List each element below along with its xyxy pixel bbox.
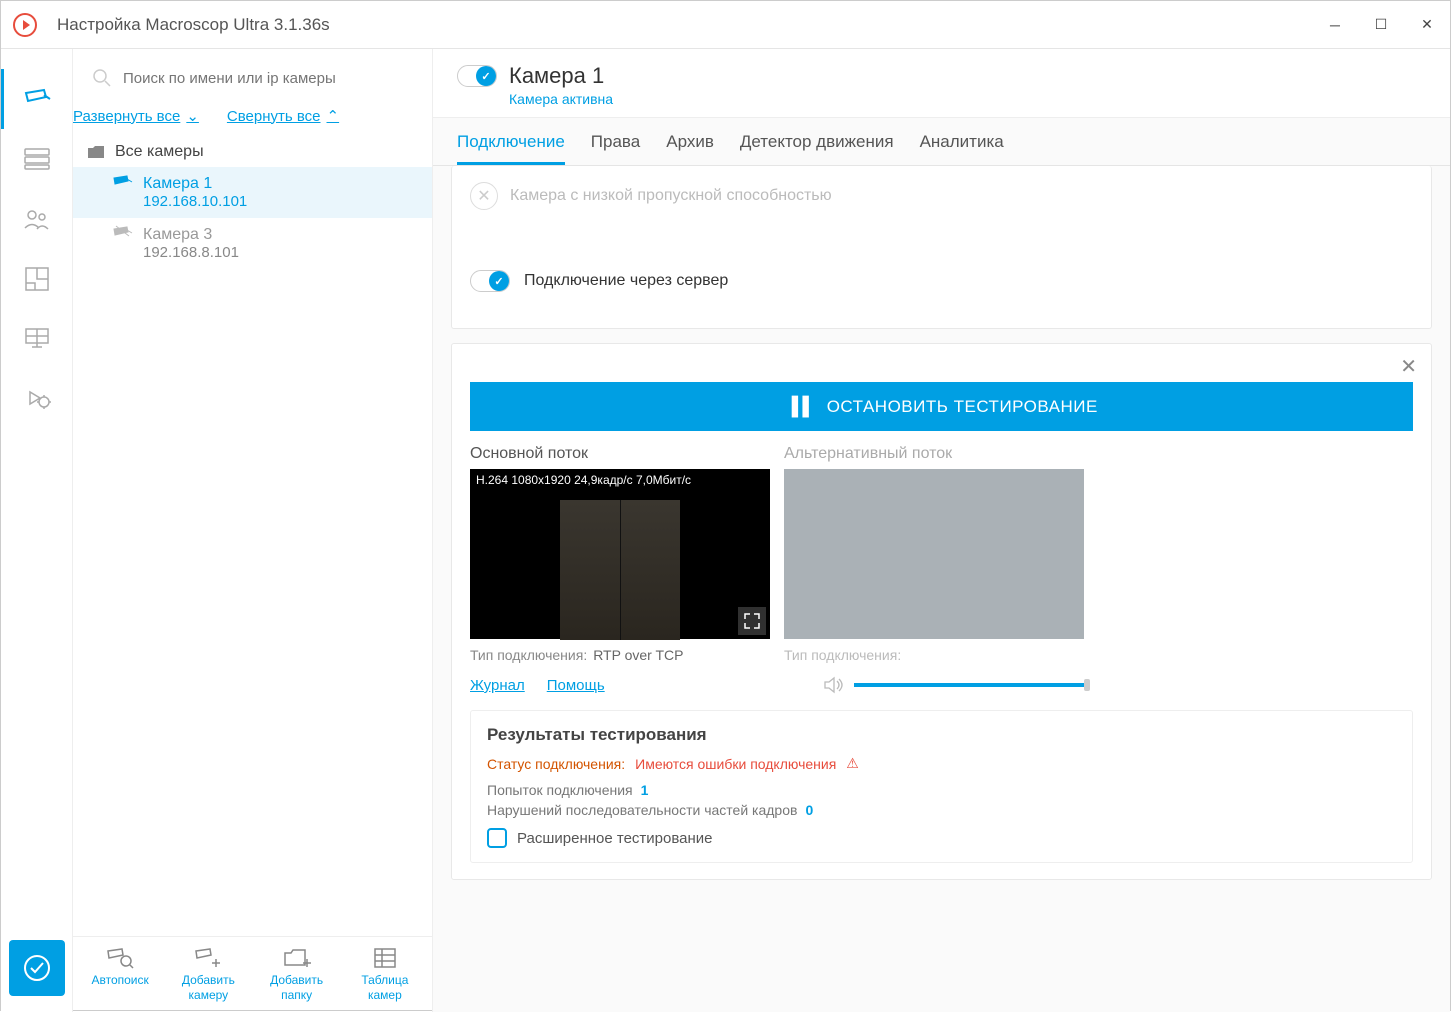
x-icon: ✕ <box>470 182 498 210</box>
server-icon <box>24 148 50 170</box>
test-results: Результаты тестирования Статус подключен… <box>470 710 1413 863</box>
check-icon <box>23 954 51 982</box>
nav-servers[interactable] <box>1 129 73 189</box>
close-testing-button[interactable]: ✕ <box>1400 354 1417 379</box>
bottom-actions: Автопоиск Добавить камеру Добавить папку… <box>73 936 432 1012</box>
users-icon <box>23 208 51 230</box>
collapse-all-link[interactable]: Свернуть все ⌃ <box>227 107 339 125</box>
via-server-label: Подключение через сервер <box>524 272 728 290</box>
nav-automation[interactable] <box>1 369 73 429</box>
extended-testing-checkbox[interactable] <box>487 828 507 848</box>
chevron-down-icon: ⌄ <box>186 107 199 125</box>
minimize-button[interactable]: ─ <box>1312 1 1358 49</box>
add-folder-icon <box>283 947 311 969</box>
folder-icon <box>87 145 105 159</box>
autosearch-button[interactable]: Автопоиск <box>77 947 163 1002</box>
main-stream-title: Основной поток <box>470 445 770 463</box>
extended-testing-label: Расширенное тестирование <box>517 830 713 847</box>
warning-icon: ⚠ <box>846 755 859 772</box>
help-link[interactable]: Помощь <box>547 677 605 694</box>
window-title: Настройка Macroscop Ultra 3.1.36s <box>57 15 1312 35</box>
tab-analytics[interactable]: Аналитика <box>920 132 1004 165</box>
plans-icon <box>25 267 49 291</box>
alt-connection-type: Тип подключения: <box>784 647 1084 663</box>
search-icon <box>93 69 111 87</box>
tab-archive[interactable]: Архив <box>666 132 714 165</box>
alt-stream: Альтернативный поток Тип подключения: <box>784 445 1084 694</box>
alt-stream-title: Альтернативный поток <box>784 445 1084 463</box>
sequence-metric: Нарушений последовательности частей кадр… <box>487 802 1396 818</box>
nav-views[interactable] <box>1 309 73 369</box>
tab-rights[interactable]: Права <box>591 132 640 165</box>
apply-button[interactable] <box>9 940 65 996</box>
nav-rail <box>1 49 73 1012</box>
tab-motion[interactable]: Детектор движения <box>740 132 894 165</box>
via-server-toggle[interactable] <box>470 270 510 292</box>
automation-icon <box>24 388 50 410</box>
attempts-metric: Попыток подключения1 <box>487 782 1396 798</box>
tree-root-label: Все камеры <box>115 143 204 161</box>
camera-icon <box>24 89 52 109</box>
connection-type: Тип подключения:RTP over TCP <box>470 647 770 663</box>
content-area: Камера 1 Камера активна Подключение Прав… <box>433 49 1450 1012</box>
table-icon <box>373 947 397 969</box>
camera-status: Камера активна <box>509 91 1426 107</box>
camera-ip: 192.168.8.101 <box>143 244 239 261</box>
main-stream: Основной поток H.264 1080x1920 24,9кадр/… <box>470 445 770 694</box>
extended-testing-row[interactable]: Расширенное тестирование <box>487 828 1396 848</box>
testing-card: ✕ ▐▐ ОСТАНОВИТЬ ТЕСТИРОВАНИЕ Основной по… <box>451 343 1432 880</box>
camera-ip: 192.168.10.101 <box>143 193 247 210</box>
tabs: Подключение Права Архив Детектор движени… <box>433 118 1450 166</box>
volume-control[interactable] <box>824 677 1084 693</box>
camera-name: Камера 1 <box>143 175 247 193</box>
search-input[interactable] <box>123 70 412 87</box>
titlebar: Настройка Macroscop Ultra 3.1.36s ─ ☐ ✕ <box>1 1 1450 49</box>
tree-item-camera-3[interactable]: Камера 3 192.168.8.101 <box>73 218 432 269</box>
camera-table-button[interactable]: Таблица камер <box>342 947 428 1002</box>
add-camera-button[interactable]: Добавить камеру <box>165 947 251 1002</box>
stream-info-overlay: H.264 1080x1920 24,9кадр/с 7,0Мбит/с <box>476 473 691 487</box>
add-camera-icon <box>194 947 222 969</box>
close-button[interactable]: ✕ <box>1404 1 1450 49</box>
pause-icon: ▐▐ <box>785 396 807 417</box>
app-logo-icon <box>13 13 37 37</box>
page-title: Камера 1 <box>509 63 604 89</box>
tree-panel: Развернуть все ⌄ Свернуть все ⌃ Все каме… <box>73 49 433 1012</box>
search-box <box>73 49 432 99</box>
nav-users[interactable] <box>1 189 73 249</box>
camera-enabled-toggle[interactable] <box>457 65 497 87</box>
monitor-icon <box>23 328 51 350</box>
search-camera-icon <box>106 947 134 969</box>
fullscreen-icon[interactable] <box>738 607 766 635</box>
tab-connection[interactable]: Подключение <box>457 132 565 165</box>
nav-cameras[interactable] <box>1 69 73 129</box>
camera-name: Камера 3 <box>143 226 239 244</box>
low-bandwidth-row: ✕ Камера с низкой пропускной способность… <box>470 182 1413 210</box>
add-folder-button[interactable]: Добавить папку <box>254 947 340 1002</box>
connection-options-card: ✕ Камера с низкой пропускной способность… <box>451 166 1432 329</box>
expand-all-link[interactable]: Развернуть все ⌄ <box>73 107 199 125</box>
stop-testing-button[interactable]: ▐▐ ОСТАНОВИТЬ ТЕСТИРОВАНИЕ <box>470 382 1413 431</box>
journal-link[interactable]: Журнал <box>470 677 525 694</box>
speaker-icon <box>824 677 844 693</box>
maximize-button[interactable]: ☐ <box>1358 1 1404 49</box>
alt-stream-preview[interactable] <box>784 469 1084 639</box>
results-title: Результаты тестирования <box>487 725 1396 745</box>
main-stream-preview[interactable]: H.264 1080x1920 24,9кадр/с 7,0Мбит/с <box>470 469 770 639</box>
camera-disabled-icon <box>113 226 133 240</box>
camera-tree: Все камеры Камера 1 192.168.10.101 Камер… <box>73 137 432 936</box>
connection-status: Статус подключения: Имеются ошибки подкл… <box>487 755 1396 772</box>
tree-root[interactable]: Все камеры <box>73 137 432 167</box>
camera-icon <box>113 175 133 189</box>
tree-item-camera-1[interactable]: Камера 1 192.168.10.101 <box>73 167 432 218</box>
nav-plans[interactable] <box>1 249 73 309</box>
chevron-up-icon: ⌃ <box>327 107 340 125</box>
